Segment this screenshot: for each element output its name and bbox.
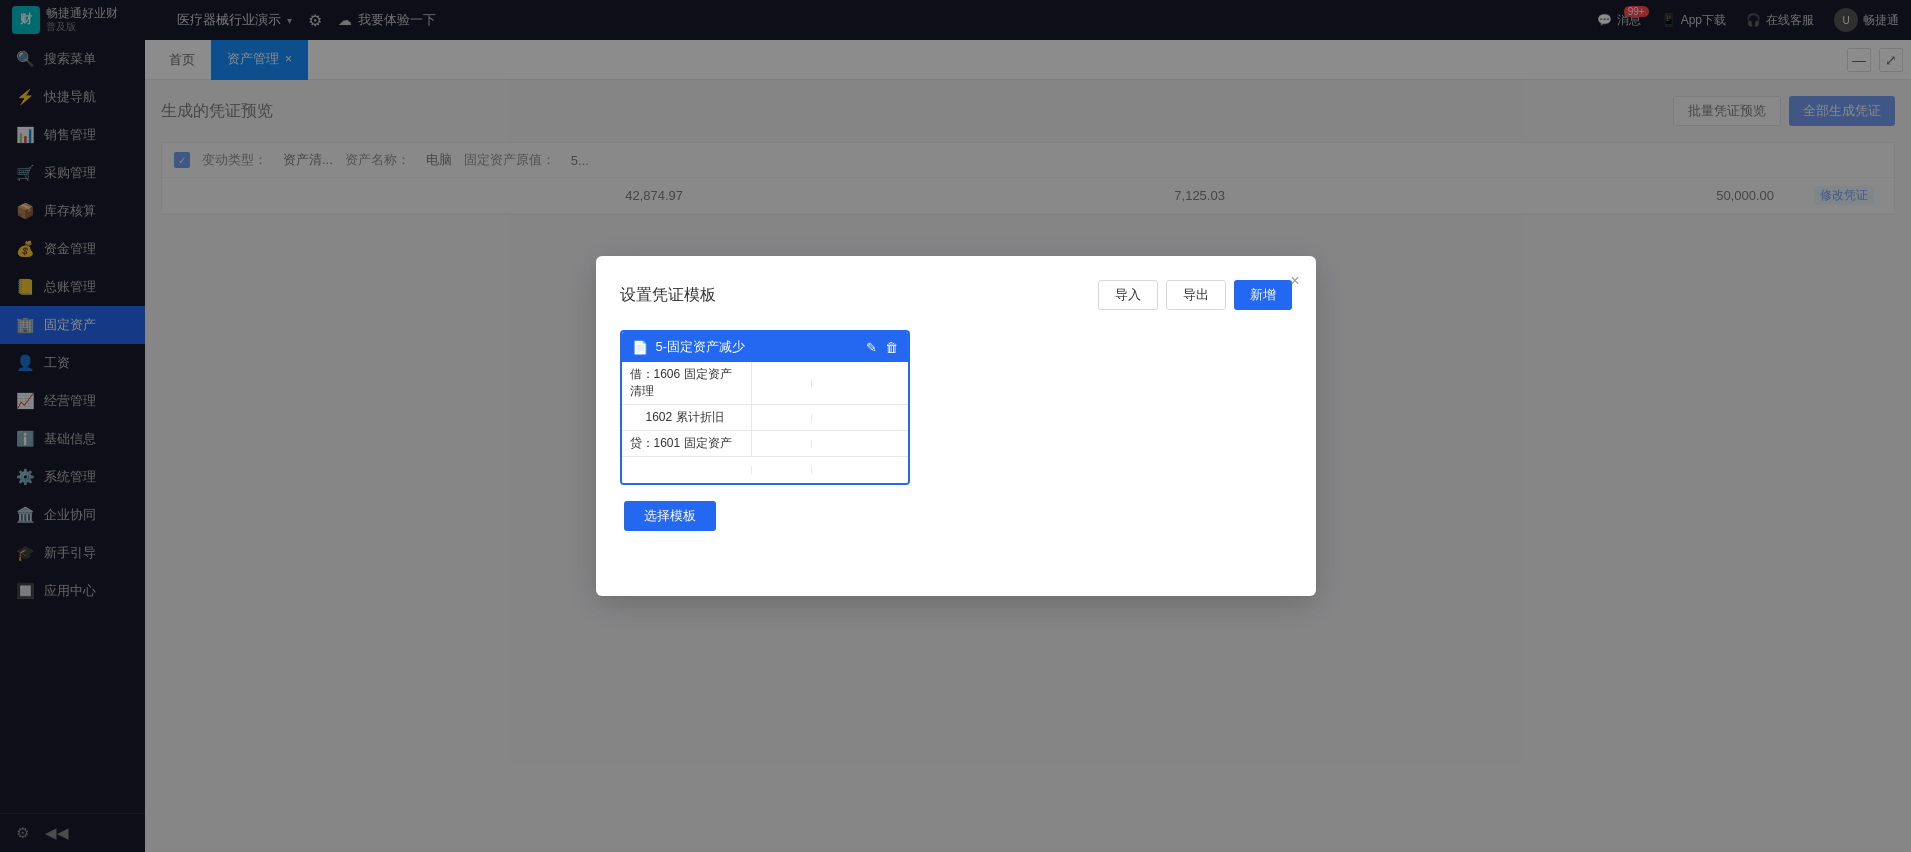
template-cell-4-label [622, 466, 752, 474]
template-delete-icon[interactable]: 🗑 [885, 340, 898, 355]
modal-close-button[interactable]: × [1290, 272, 1299, 290]
export-button[interactable]: 导出 [1166, 280, 1226, 310]
modal-overlay: 设置凭证模板 导入 导出 新增 × 📄 5-固定资产减少 ✎ 🗑 [0, 0, 1911, 852]
template-cell-2-label: 1602 累计折旧 [622, 405, 752, 430]
template-cell-2-col1 [752, 414, 812, 422]
template-cell-3-col1 [752, 440, 812, 448]
template-cell-4-col1 [752, 466, 812, 474]
template-cell-3-col2 [812, 440, 908, 448]
template-title: 5-固定资产减少 [656, 338, 858, 356]
template-cell-1-label: 借：1606 固定资产清理 [622, 362, 752, 404]
template-cell-1-col2 [812, 379, 908, 387]
template-row-2: 1602 累计折旧 [622, 405, 908, 431]
template-cell-1-col1 [752, 379, 812, 387]
template-cell-4-col2 [812, 466, 908, 474]
voucher-template-modal: 设置凭证模板 导入 导出 新增 × 📄 5-固定资产减少 ✎ 🗑 [596, 256, 1316, 596]
template-cell-3-label: 贷：1601 固定资产 [622, 431, 752, 456]
template-card-header: 📄 5-固定资产减少 ✎ 🗑 [622, 332, 908, 362]
template-row-3: 贷：1601 固定资产 [622, 431, 908, 457]
template-card: 📄 5-固定资产减少 ✎ 🗑 借：1606 固定资产清理 [620, 330, 910, 485]
template-cell-2-col2 [812, 414, 908, 422]
template-edit-icon[interactable]: ✎ [866, 340, 877, 355]
template-row-4 [622, 457, 908, 483]
template-row-1: 借：1606 固定资产清理 [622, 362, 908, 405]
modal-title: 设置凭证模板 [620, 285, 716, 306]
template-doc-icon: 📄 [632, 340, 648, 355]
select-template-button[interactable]: 选择模板 [624, 501, 716, 531]
import-button[interactable]: 导入 [1098, 280, 1158, 310]
template-card-body: 借：1606 固定资产清理 1602 累计折旧 贷：1601 固定资 [622, 362, 908, 483]
new-button[interactable]: 新增 [1234, 280, 1292, 310]
